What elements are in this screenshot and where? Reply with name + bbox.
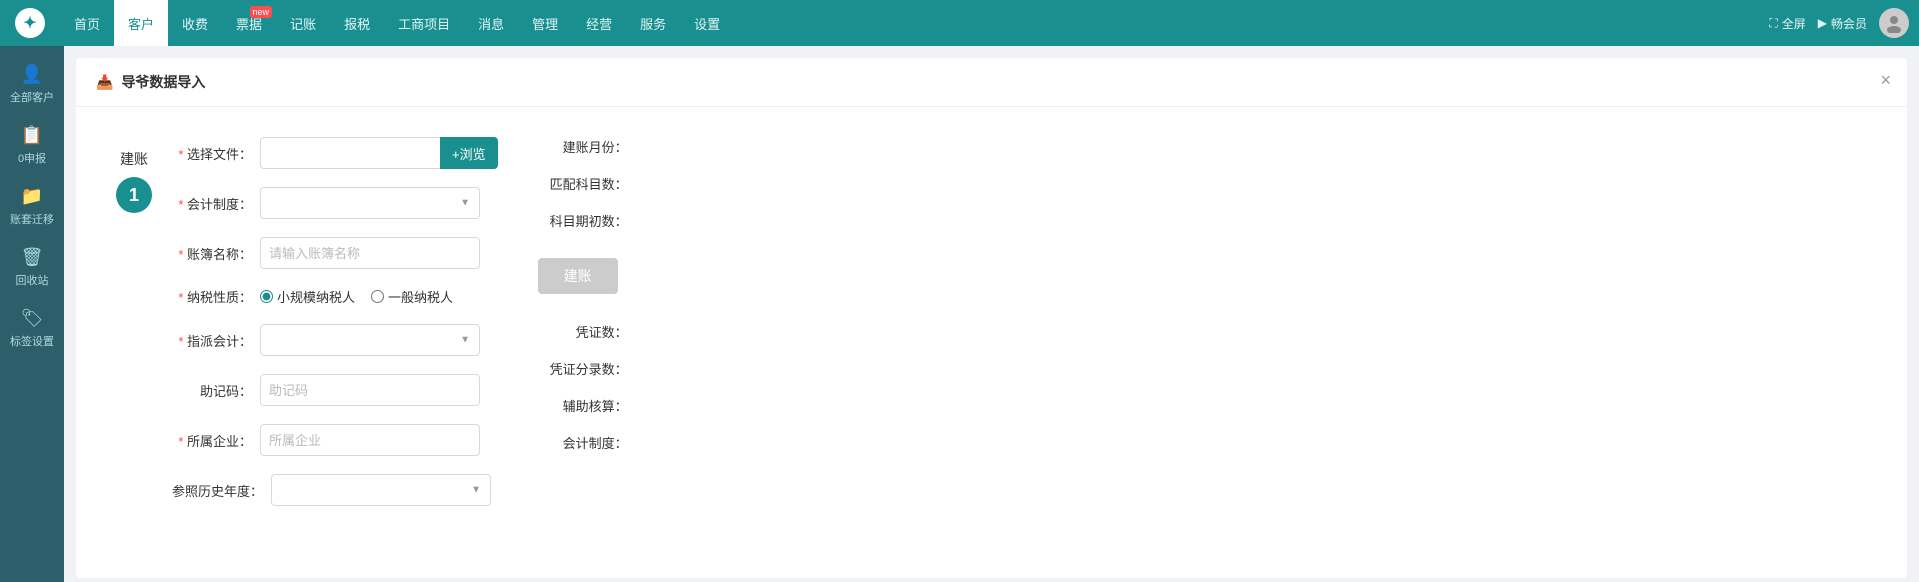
close-button[interactable]: × bbox=[1880, 70, 1891, 91]
card-title-icon: 📥 bbox=[96, 74, 113, 91]
nav-right: ⛶ 全屏 ▶ 畅会员 bbox=[1769, 8, 1909, 38]
form-section: 选择文件： +浏览 会计制度： bbox=[172, 137, 498, 506]
nav-tax[interactable]: 报税 bbox=[330, 0, 384, 46]
memo-input[interactable] bbox=[260, 374, 480, 406]
nav-invoice[interactable]: 票据 new bbox=[222, 0, 276, 46]
info-month-label: 建账月份： bbox=[538, 137, 628, 156]
vip-btn[interactable]: ▶ 畅会员 bbox=[1818, 15, 1867, 32]
accounting-system-select[interactable] bbox=[260, 187, 480, 219]
file-label: 选择文件： bbox=[172, 144, 252, 163]
company-row: 所属企业： bbox=[172, 424, 498, 456]
sidebar-item-all-clients[interactable]: 👤 全部客户 bbox=[0, 56, 64, 113]
nav-home[interactable]: 首页 bbox=[60, 0, 114, 46]
tax-type-label: 纳税性质： bbox=[172, 287, 252, 306]
info-aux-label: 辅助核算： bbox=[538, 396, 628, 415]
file-input[interactable] bbox=[260, 137, 440, 169]
memo-row: 助记码： bbox=[172, 374, 498, 406]
info-match-row: 匹配科目数： bbox=[538, 174, 798, 193]
nav-business[interactable]: 工商项目 bbox=[384, 0, 464, 46]
tax-type-row: 纳税性质： 小规模纳税人 一般纳税人 bbox=[172, 287, 498, 306]
nav-client[interactable]: 客户 bbox=[114, 0, 168, 46]
top-nav: ✦ 首页 客户 收费 票据 new 记账 报税 工商项目 消息 管理 经营 服务… bbox=[0, 0, 1919, 46]
nav-manage[interactable]: 管理 bbox=[518, 0, 572, 46]
main-card: 📥 导爷数据导入 × 建账 1 选择文件： bbox=[76, 58, 1907, 578]
step-section: 建账 1 选择文件： +浏览 bbox=[116, 137, 498, 506]
accounting-system-wrapper: ▼ bbox=[260, 187, 480, 219]
ledger-name-row: 账簿名称： bbox=[172, 237, 498, 269]
info-voucher-row: 凭证数： bbox=[538, 322, 798, 341]
ledger-name-label: 账簿名称： bbox=[172, 244, 252, 263]
history-year-wrapper: ▼ bbox=[271, 474, 491, 506]
avatar[interactable] bbox=[1879, 8, 1909, 38]
logo[interactable]: ✦ bbox=[10, 3, 50, 43]
card-title: 导爷数据导入 bbox=[121, 72, 205, 92]
step-label: 建账 bbox=[120, 149, 148, 169]
small-taxpayer-radio[interactable] bbox=[260, 290, 273, 303]
info-voucher-label: 凭证数： bbox=[538, 322, 628, 341]
card-body: 建账 1 选择文件： +浏览 bbox=[76, 107, 1907, 536]
zero-report-icon: 📋 bbox=[21, 125, 43, 146]
accountant-select[interactable] bbox=[260, 324, 480, 356]
accounting-system-label: 会计制度： bbox=[172, 194, 252, 213]
nav-settings[interactable]: 设置 bbox=[680, 0, 734, 46]
info-section: 建账月份： 匹配科目数： 科目期初数： 建账 凭证 bbox=[538, 137, 798, 506]
sidebar-item-recycle[interactable]: 🗑 回收站 bbox=[0, 239, 64, 296]
fullscreen-icon: ⛶ bbox=[1769, 16, 1777, 31]
new-badge: new bbox=[250, 6, 273, 18]
all-clients-icon: 👤 bbox=[21, 64, 43, 85]
ledger-name-input[interactable] bbox=[260, 237, 480, 269]
browse-button[interactable]: +浏览 bbox=[440, 137, 498, 169]
migration-icon: 📁 bbox=[21, 186, 43, 207]
file-input-wrapper: +浏览 bbox=[260, 137, 498, 169]
general-taxpayer-radio[interactable] bbox=[371, 290, 384, 303]
accountant-label: 指派会计： bbox=[172, 331, 252, 350]
info-system-label: 会计制度： bbox=[538, 433, 628, 452]
tag-settings-icon: 🏷 bbox=[21, 308, 44, 329]
memo-label: 助记码： bbox=[172, 381, 252, 400]
fullscreen-btn[interactable]: ⛶ 全屏 bbox=[1769, 15, 1805, 32]
general-taxpayer-label[interactable]: 一般纳税人 bbox=[371, 287, 453, 306]
history-year-select[interactable] bbox=[271, 474, 491, 506]
sidebar: 👤 全部客户 📋 0申报 📁 账套迁移 🗑 回收站 🏷 标签设置 bbox=[0, 46, 64, 582]
info-month-row: 建账月份： bbox=[538, 137, 798, 156]
card-header: 📥 导爷数据导入 bbox=[76, 58, 1907, 107]
file-row: 选择文件： +浏览 bbox=[172, 137, 498, 169]
accountant-wrapper: ▼ bbox=[260, 324, 480, 356]
sidebar-item-zero-report[interactable]: 📋 0申报 bbox=[0, 117, 64, 174]
sidebar-item-tag-settings[interactable]: 🏷 标签设置 bbox=[0, 300, 64, 357]
vip-icon: ▶ bbox=[1818, 16, 1827, 30]
step-circle: 1 bbox=[116, 177, 152, 213]
accountant-row: 指派会计： ▼ bbox=[172, 324, 498, 356]
create-account-button[interactable]: 建账 bbox=[538, 258, 618, 294]
info-initial-label: 科目期初数： bbox=[538, 211, 628, 230]
recycle-icon: 🗑 bbox=[21, 247, 44, 268]
history-year-label: 参照历史年度： bbox=[172, 481, 263, 500]
main-content: 📥 导爷数据导入 × 建账 1 选择文件： bbox=[64, 46, 1919, 582]
info-match-label: 匹配科目数： bbox=[538, 174, 628, 193]
nav-message[interactable]: 消息 bbox=[464, 0, 518, 46]
general-taxpayer-text: 一般纳税人 bbox=[388, 287, 453, 306]
nav-bookkeeping[interactable]: 记账 bbox=[276, 0, 330, 46]
info-voucher-entries-row: 凭证分录数： bbox=[538, 359, 798, 378]
nav-service[interactable]: 服务 bbox=[626, 0, 680, 46]
nav-operation[interactable]: 经营 bbox=[572, 0, 626, 46]
nav-fee[interactable]: 收费 bbox=[168, 0, 222, 46]
info-system-row: 会计制度： bbox=[538, 433, 798, 452]
small-taxpayer-text: 小规模纳税人 bbox=[277, 287, 355, 306]
info-aux-row: 辅助核算： bbox=[538, 396, 798, 415]
nav-items: 首页 客户 收费 票据 new 记账 报税 工商项目 消息 管理 经营 服务 设… bbox=[60, 0, 1769, 46]
company-label: 所属企业： bbox=[172, 431, 252, 450]
history-year-row: 参照历史年度： ▼ bbox=[172, 474, 498, 506]
info-voucher-entries-label: 凭证分录数： bbox=[538, 359, 628, 378]
small-taxpayer-label[interactable]: 小规模纳税人 bbox=[260, 287, 355, 306]
sidebar-item-migration[interactable]: 📁 账套迁移 bbox=[0, 178, 64, 235]
layout: 👤 全部客户 📋 0申报 📁 账套迁移 🗑 回收站 🏷 标签设置 📥 导爷数据导… bbox=[0, 46, 1919, 582]
tax-type-group: 小规模纳税人 一般纳税人 bbox=[260, 287, 453, 306]
accounting-system-row: 会计制度： ▼ bbox=[172, 187, 498, 219]
company-input[interactable] bbox=[260, 424, 480, 456]
logo-icon: ✦ bbox=[15, 8, 45, 38]
info-initial-row: 科目期初数： bbox=[538, 211, 798, 230]
